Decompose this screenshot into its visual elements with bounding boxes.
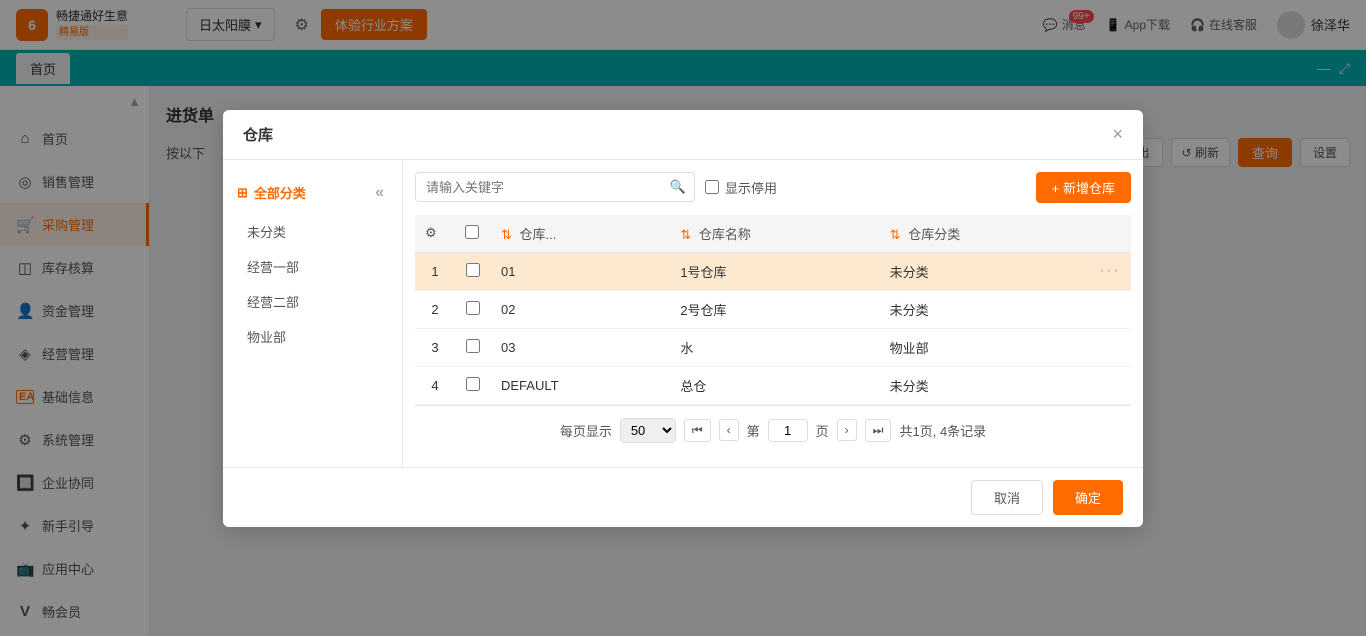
category-item-ops1[interactable]: 经营一部	[223, 249, 402, 284]
th-name: ⇅ 仓库名称	[670, 215, 879, 253]
more-icon-1[interactable]: ···	[1099, 262, 1121, 279]
td-row-no: 1	[415, 252, 455, 290]
modal-footer: 取消 确定	[223, 467, 1143, 527]
category-item-ops2[interactable]: 经营二部	[223, 284, 402, 319]
td-checkbox	[455, 252, 491, 290]
td-category-4: 未分类	[880, 366, 1089, 404]
header-row: ⚙ ⇅ 仓库... ⇅	[415, 215, 1131, 253]
first-page-btn[interactable]: ⏮	[684, 419, 711, 442]
category-panel: ⊞ 全部分类 « 未分类 经营一部 经营二部 物业部	[223, 160, 403, 467]
warehouse-table: ⚙ ⇅ 仓库... ⇅	[415, 215, 1131, 405]
table-body: 1 01 1号仓库 未分类 ··· 2	[415, 252, 1131, 404]
select-all-checkbox[interactable]	[465, 225, 479, 239]
search-icon[interactable]: 🔍	[662, 173, 694, 201]
td-checkbox	[455, 366, 491, 404]
next-page-btn[interactable]: ›	[837, 419, 857, 441]
row-checkbox-2[interactable]	[466, 301, 480, 315]
td-more-1: ···	[1089, 252, 1131, 290]
td-checkbox	[455, 290, 491, 328]
search-input-wrap: 🔍	[415, 172, 695, 202]
show-disabled-checkbox[interactable]	[705, 180, 719, 194]
confirm-button[interactable]: 确定	[1053, 480, 1123, 515]
td-checkbox	[455, 328, 491, 366]
modal-header: 仓库 ×	[223, 110, 1143, 160]
table-row[interactable]: 3 03 水 物业部	[415, 328, 1131, 366]
table-row[interactable]: 1 01 1号仓库 未分类 ···	[415, 252, 1131, 290]
table-panel: 🔍 显示停用 + 新增仓库 ⚙	[403, 160, 1143, 467]
sort-icon-category: ⇅	[890, 227, 901, 242]
prev-page-btn[interactable]: ‹	[719, 419, 739, 441]
category-item-uncategorized[interactable]: 未分类	[223, 214, 402, 249]
category-item-property[interactable]: 物业部	[223, 319, 402, 354]
th-actions	[1089, 215, 1131, 253]
warehouse-modal: 仓库 × ⊞ 全部分类 « 未分类 经营一部	[223, 110, 1143, 527]
table-row[interactable]: 4 DEFAULT 总仓 未分类	[415, 366, 1131, 404]
row-checkbox-1[interactable]	[466, 263, 480, 277]
td-row-no: 2	[415, 290, 455, 328]
modal-title: 仓库	[243, 124, 273, 145]
td-category-3: 物业部	[880, 328, 1089, 366]
row-checkbox-4[interactable]	[466, 377, 480, 391]
td-code-3: 03	[491, 328, 670, 366]
grid-icon: ⊞	[237, 185, 248, 201]
td-more-4	[1089, 366, 1131, 404]
td-name-4: 总仓	[670, 366, 879, 404]
td-name-3: 水	[670, 328, 879, 366]
td-more-3	[1089, 328, 1131, 366]
td-more-2	[1089, 290, 1131, 328]
table-toolbar: 🔍 显示停用 + 新增仓库	[415, 172, 1131, 203]
td-row-no: 3	[415, 328, 455, 366]
table-wrapper: ⚙ ⇅ 仓库... ⇅	[415, 215, 1131, 405]
collapse-icon[interactable]: «	[371, 180, 388, 206]
td-row-no: 4	[415, 366, 455, 404]
show-disabled-wrap: 显示停用	[705, 178, 777, 197]
row-checkbox-3[interactable]	[466, 339, 480, 353]
page-input[interactable]	[768, 419, 808, 442]
modal-overlay: 仓库 × ⊞ 全部分类 « 未分类 经营一部	[0, 0, 1366, 636]
close-icon[interactable]: ×	[1112, 124, 1123, 145]
td-code-1: 01	[491, 252, 670, 290]
table-header: ⚙ ⇅ 仓库... ⇅	[415, 215, 1131, 253]
th-checkbox	[455, 215, 491, 253]
search-input[interactable]	[416, 174, 662, 201]
th-category: ⇅ 仓库分类	[880, 215, 1089, 253]
settings-icon: ⚙	[425, 225, 437, 240]
td-name-2: 2号仓库	[670, 290, 879, 328]
th-code: ⇅ 仓库...	[491, 215, 670, 253]
th-settings: ⚙	[415, 215, 455, 253]
td-code-4: DEFAULT	[491, 366, 670, 404]
add-warehouse-button[interactable]: + 新增仓库	[1036, 172, 1131, 203]
total-info: 共1页, 4条记录	[899, 421, 986, 440]
all-categories-header[interactable]: ⊞ 全部分类 «	[223, 172, 402, 214]
modal-body: ⊞ 全部分类 « 未分类 经营一部 经营二部 物业部	[223, 160, 1143, 467]
td-code-2: 02	[491, 290, 670, 328]
pagination: 每页显示 50 10 20 100 ⏮ ‹ 第 页 › ⏭ 共1页, 4条记录	[415, 405, 1131, 455]
sort-icon-name: ⇅	[680, 227, 691, 242]
last-page-btn[interactable]: ⏭	[865, 419, 892, 442]
td-name-1: 1号仓库	[670, 252, 879, 290]
td-category-1: 未分类	[880, 252, 1089, 290]
per-page-select[interactable]: 50 10 20 100	[620, 418, 676, 443]
td-category-2: 未分类	[880, 290, 1089, 328]
table-row[interactable]: 2 02 2号仓库 未分类	[415, 290, 1131, 328]
sort-icon: ⇅	[501, 227, 512, 242]
cancel-button[interactable]: 取消	[971, 480, 1043, 515]
